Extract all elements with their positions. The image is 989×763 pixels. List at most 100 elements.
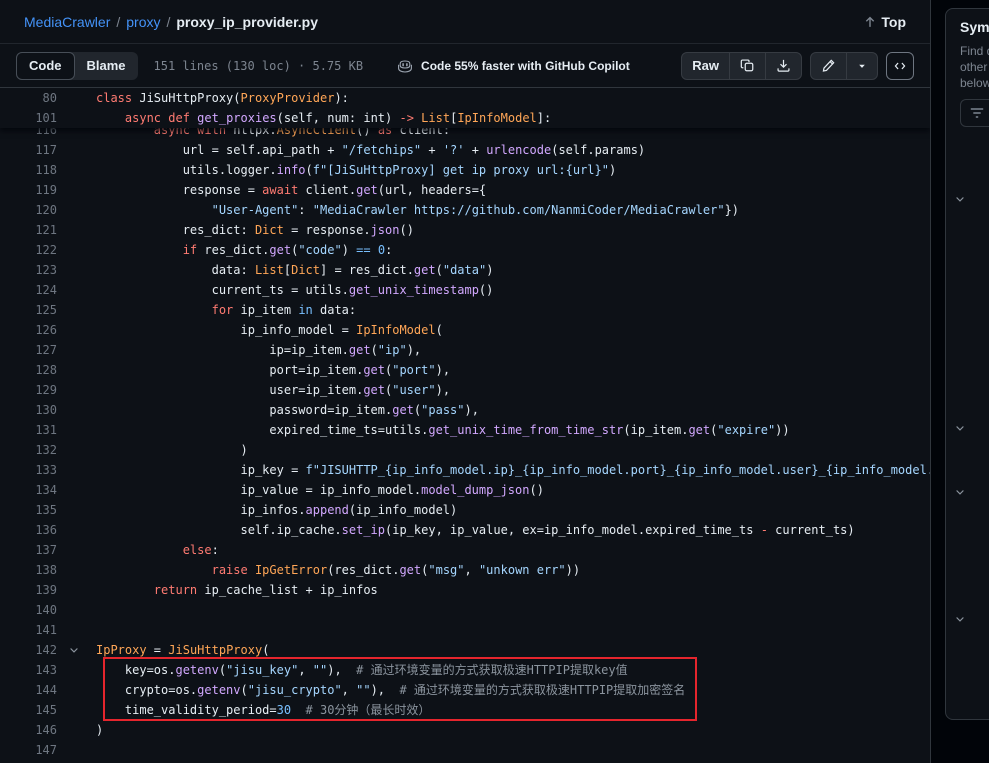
copy-raw-button[interactable]: [729, 53, 765, 79]
breadcrumb-file-name: proxy_ip_provider.py: [176, 14, 318, 30]
line-number[interactable]: 124: [0, 280, 57, 300]
code-text: async def get_proxies(self, num: int) ->…: [96, 108, 551, 128]
download-raw-button[interactable]: [765, 53, 801, 79]
line-number[interactable]: 127: [0, 340, 57, 360]
code-line: 118 utils.logger.info(f"[JiSuHttpProxy] …: [0, 160, 930, 180]
line-number[interactable]: 101: [0, 108, 57, 128]
line-number[interactable]: 129: [0, 380, 57, 400]
line-number[interactable]: 137: [0, 540, 57, 560]
code-text: response = await client.get(url, headers…: [96, 180, 486, 200]
right-rail: Symbols Find definitions and references …: [932, 0, 989, 763]
line-number[interactable]: 80: [0, 88, 57, 108]
code-text: class JiSuHttpProxy(ProxyProvider):: [96, 88, 349, 108]
symbols-panel-toggle-button[interactable]: [886, 52, 914, 80]
line-number[interactable]: 142: [0, 640, 57, 660]
line-number[interactable]: 138: [0, 560, 57, 580]
line-number[interactable]: 136: [0, 520, 57, 540]
line-number[interactable]: 132: [0, 440, 57, 460]
code-line: 133 ip_key = f"JISUHTTP_{ip_info_model.i…: [0, 460, 930, 480]
symbol-tree-item[interactable]: [954, 418, 966, 438]
breadcrumb-separator: /: [116, 14, 120, 30]
code-line: 125 for ip_item in data:: [0, 300, 930, 320]
code-line: 129 user=ip_item.get("user"),: [0, 380, 930, 400]
breadcrumb-dir-link[interactable]: proxy: [126, 14, 160, 30]
code-line: 144 crypto=os.getenv("jisu_crypto", ""),…: [0, 680, 930, 700]
line-number[interactable]: 143: [0, 660, 57, 680]
code-line: 143 key=os.getenv("jisu_key", ""), # 通过环…: [0, 660, 930, 680]
fold-chevron-icon[interactable]: [68, 644, 80, 656]
filter-icon: [969, 105, 985, 121]
code-text: ): [96, 720, 103, 740]
raw-button[interactable]: Raw: [682, 53, 729, 79]
code-text: url = self.api_path + "/fetchips" + '?' …: [96, 140, 645, 160]
code-text: data: List[Dict] = res_dict.get("data"): [96, 260, 493, 280]
code-line: 135 ip_infos.append(ip_info_model): [0, 500, 930, 520]
file-stats: 151 lines (130 loc) · 5.75 KB: [154, 59, 364, 73]
line-number[interactable]: 139: [0, 580, 57, 600]
symbol-tree-item[interactable]: [954, 609, 966, 629]
chevron-down-icon[interactable]: [954, 422, 966, 434]
line-number[interactable]: 133: [0, 460, 57, 480]
line-number[interactable]: 126: [0, 320, 57, 340]
line-number[interactable]: 117: [0, 140, 57, 160]
line-number[interactable]: 134: [0, 480, 57, 500]
code-line: 131 expired_time_ts=utils.get_unix_time_…: [0, 420, 930, 440]
code-line: 145 time_validity_period=30 # 30分钟（最长时效）: [0, 700, 930, 720]
pencil-icon: [821, 58, 836, 73]
line-number[interactable]: 140: [0, 600, 57, 620]
edit-button-group: [810, 52, 878, 80]
line-number[interactable]: 118: [0, 160, 57, 180]
line-number[interactable]: 146: [0, 720, 57, 740]
chevron-down-icon[interactable]: [954, 193, 966, 205]
line-number[interactable]: 130: [0, 400, 57, 420]
code-text: ip=ip_item.get("ip"),: [96, 340, 421, 360]
tab-code[interactable]: Code: [16, 52, 75, 80]
line-number[interactable]: 141: [0, 620, 57, 640]
line-number[interactable]: 116: [0, 128, 57, 140]
line-number[interactable]: 123: [0, 260, 57, 280]
code-text: res_dict: Dict = response.json(): [96, 220, 414, 240]
line-number[interactable]: 144: [0, 680, 57, 700]
code-text: ip_info_model = IpInfoModel(: [96, 320, 443, 340]
file-header: MediaCrawler / proxy / proxy_ip_provider…: [0, 0, 930, 44]
code-text: ip_infos.append(ip_info_model): [96, 500, 457, 520]
line-number[interactable]: 121: [0, 220, 57, 240]
symbols-filter-input[interactable]: [960, 99, 989, 127]
code-line: 141: [0, 620, 930, 640]
breadcrumb-repo-link[interactable]: MediaCrawler: [24, 14, 110, 30]
line-number[interactable]: 125: [0, 300, 57, 320]
code-text: expired_time_ts=utils.get_unix_time_from…: [96, 420, 790, 440]
toolbar-actions: Raw: [681, 52, 914, 80]
code-text: ): [96, 440, 248, 460]
back-to-top-button[interactable]: Top: [863, 14, 914, 30]
line-number[interactable]: 145: [0, 700, 57, 720]
chevron-down-icon[interactable]: [954, 613, 966, 625]
code-blame-toggle: Code Blame: [16, 52, 138, 80]
line-number[interactable]: 135: [0, 500, 57, 520]
copy-icon: [740, 58, 755, 73]
arrow-up-icon: [863, 15, 877, 29]
code-text: port=ip_item.get("port"),: [96, 360, 450, 380]
line-number[interactable]: 120: [0, 200, 57, 220]
line-number[interactable]: 131: [0, 420, 57, 440]
code-text: for ip_item in data:: [96, 300, 356, 320]
code-text: crypto=os.getenv("jisu_crypto", ""), # 通…: [96, 680, 685, 700]
code-line: 80 class JiSuHttpProxy(ProxyProvider):: [0, 88, 930, 108]
chevron-down-icon[interactable]: [954, 486, 966, 498]
edit-file-button[interactable]: [811, 53, 846, 79]
copilot-banner[interactable]: Code 55% faster with GitHub Copilot: [397, 58, 630, 74]
top-label: Top: [881, 14, 906, 30]
line-number[interactable]: 147: [0, 740, 57, 760]
edit-dropdown-button[interactable]: [846, 53, 877, 79]
code-text: time_validity_period=30 # 30分钟（最长时效）: [96, 700, 430, 720]
file-view: MediaCrawler / proxy / proxy_ip_provider…: [0, 0, 931, 763]
symbol-tree-item[interactable]: [954, 189, 966, 209]
line-number[interactable]: 119: [0, 180, 57, 200]
symbols-panel-description: Find definitions and references for func…: [960, 43, 989, 91]
line-number[interactable]: 128: [0, 360, 57, 380]
code-line: 132 ): [0, 440, 930, 460]
tab-blame[interactable]: Blame: [75, 52, 138, 80]
code-line: 101 async def get_proxies(self, num: int…: [0, 108, 930, 128]
line-number[interactable]: 122: [0, 240, 57, 260]
symbol-tree-item[interactable]: [954, 482, 966, 502]
